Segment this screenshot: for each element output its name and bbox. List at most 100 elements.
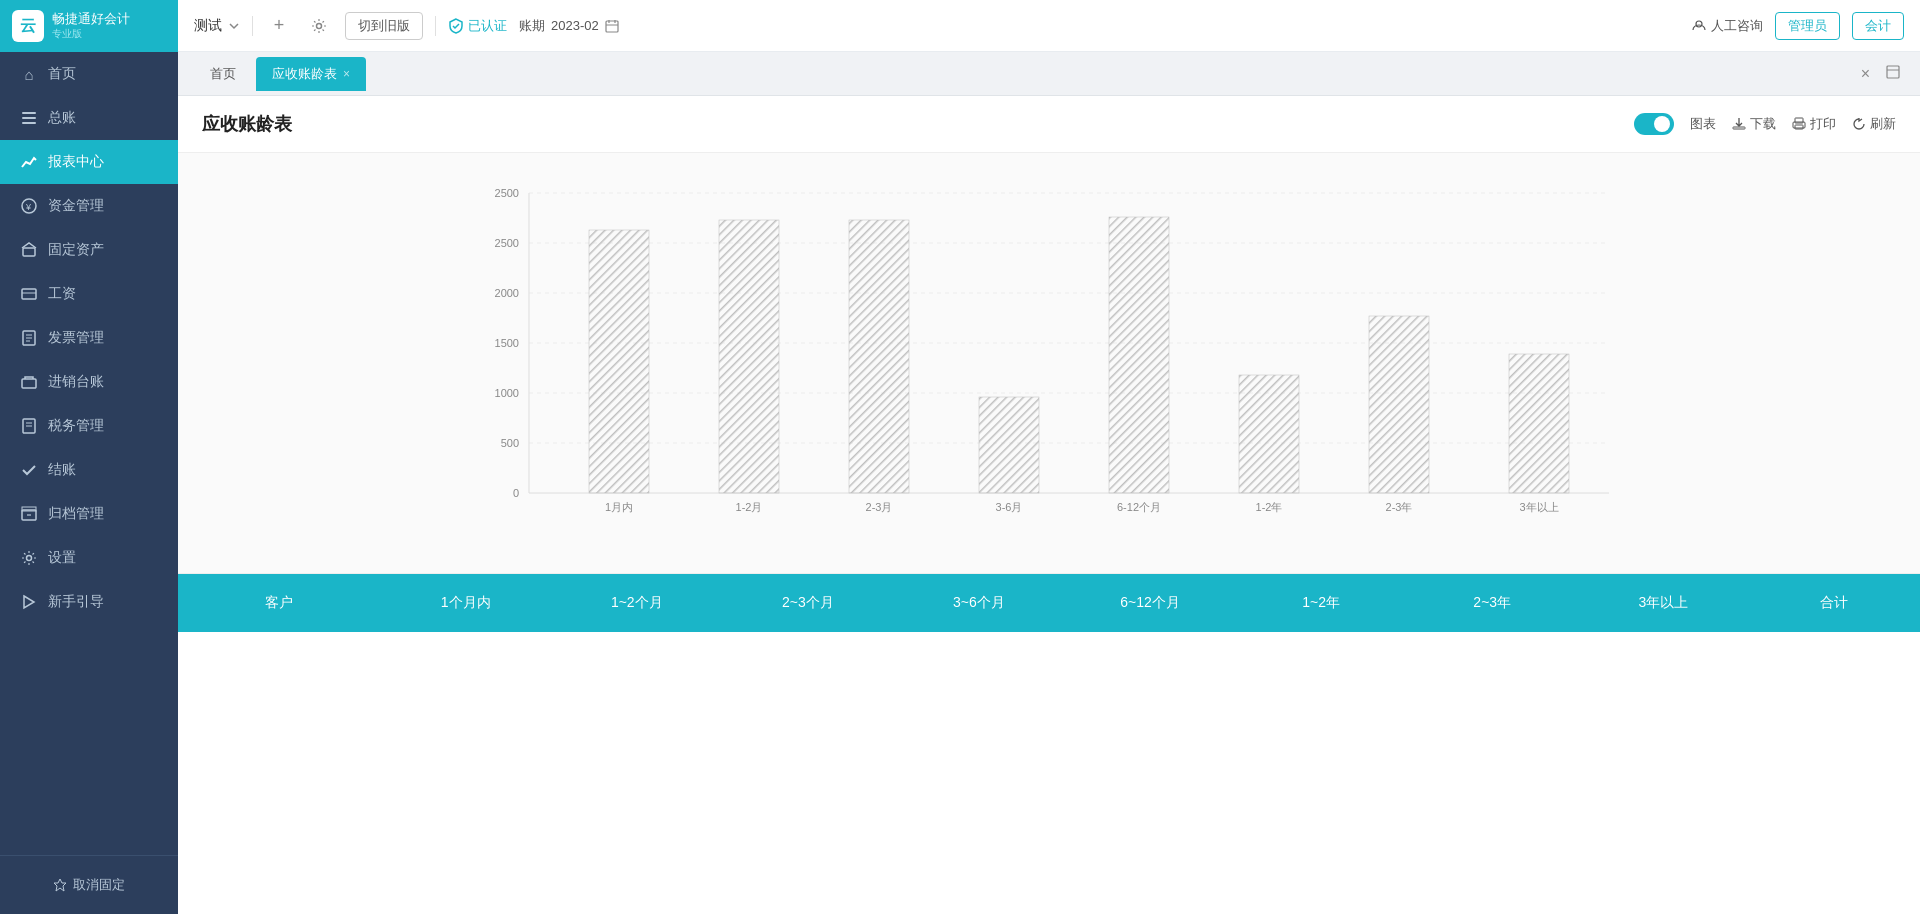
settings-icon <box>20 549 38 567</box>
download-button[interactable]: 下载 <box>1732 115 1776 133</box>
tab-home-label: 首页 <box>210 65 236 83</box>
add-company-button[interactable]: + <box>265 12 293 40</box>
tab-accounts-aging[interactable]: 应收账龄表 × <box>256 57 366 91</box>
bar-2-3年 <box>1369 316 1429 493</box>
refresh-label: 刷新 <box>1870 115 1896 133</box>
cancel-fixed-label: 取消固定 <box>73 876 125 894</box>
svg-text:2500: 2500 <box>495 237 519 249</box>
sidebar-item-label: 新手引导 <box>48 593 104 611</box>
table-header-total: 合计 <box>1749 578 1920 628</box>
print-button[interactable]: 打印 <box>1792 115 1836 133</box>
sidebar-item-tax[interactable]: 税务管理 <box>0 404 178 448</box>
svg-marker-21 <box>54 879 66 891</box>
sidebar-item-label: 工资 <box>48 285 76 303</box>
bar-2-3月 <box>849 220 909 493</box>
chart-wrapper: 0 500 1000 1500 2000 2500 2500 <box>202 173 1896 553</box>
consult-label: 人工咨询 <box>1711 17 1763 35</box>
app-name: 畅捷通好会计 <box>52 11 130 28</box>
sidebar-item-label: 进销台账 <box>48 373 104 391</box>
svg-text:2500: 2500 <box>495 187 519 199</box>
sidebar-item-assets[interactable]: 固定资产 <box>0 228 178 272</box>
table-header: 客户 1个月内 1~2个月 2~3个月 3~6个月 6~12个月 1~2年 2~… <box>178 574 1920 632</box>
sidebar-item-label: 资金管理 <box>48 197 104 215</box>
tabs-right-buttons: × <box>1857 61 1904 87</box>
sidebar-item-reports[interactable]: 报表中心 <box>0 140 178 184</box>
page-container: 应收账龄表 图表 下载 <box>178 96 1920 914</box>
chevron-down-icon <box>228 20 240 32</box>
refresh-button[interactable]: 刷新 <box>1852 115 1896 133</box>
closing-icon <box>20 461 38 479</box>
expand-icon <box>1886 65 1900 79</box>
svg-marker-20 <box>24 596 34 608</box>
settings-gear-button[interactable] <box>305 12 333 40</box>
sidebar-item-guide[interactable]: 新手引导 <box>0 580 178 624</box>
window-expand-button[interactable] <box>1882 61 1904 87</box>
page-title: 应收账龄表 <box>202 112 292 136</box>
certified-badge: 已认证 <box>448 17 507 35</box>
topbar: 测试 + 切到旧版 已认证 账期 2023-02 <box>178 0 1920 52</box>
sidebar-item-inventory[interactable]: 进销台账 <box>0 360 178 404</box>
download-label: 下载 <box>1750 115 1776 133</box>
sidebar-item-ledger[interactable]: 总账 <box>0 96 178 140</box>
svg-point-19 <box>27 556 32 561</box>
chart-toggle-label: 图表 <box>1690 115 1716 133</box>
topbar-divider-2 <box>435 16 436 36</box>
svg-rect-5 <box>23 248 35 256</box>
sidebar-item-funds[interactable]: ¥ 资金管理 <box>0 184 178 228</box>
page-actions: 图表 下载 打印 <box>1634 113 1896 135</box>
home-icon: ⌂ <box>20 65 38 83</box>
role-button[interactable]: 会计 <box>1852 12 1904 40</box>
table-header-6-12mo: 6~12个月 <box>1065 578 1236 628</box>
company-selector[interactable]: 测试 <box>194 17 240 35</box>
svg-rect-30 <box>1733 127 1745 129</box>
calendar-icon <box>605 19 619 33</box>
sidebar-item-archive[interactable]: 归档管理 <box>0 492 178 536</box>
guide-icon <box>20 593 38 611</box>
app-name-block: 畅捷通好会计 专业版 <box>52 11 130 42</box>
sidebar-item-label: 报表中心 <box>48 153 104 171</box>
old-version-button[interactable]: 切到旧版 <box>345 12 423 40</box>
sidebar-item-invoice[interactable]: 发票管理 <box>0 316 178 360</box>
toggle-slider <box>1634 113 1674 135</box>
topbar-right: 人工咨询 管理员 会计 <box>1691 12 1904 40</box>
table-header-customer: 客户 <box>178 578 380 628</box>
print-label: 打印 <box>1810 115 1836 133</box>
sidebar-item-salary[interactable]: 工资 <box>0 272 178 316</box>
chart-toggle[interactable] <box>1634 113 1674 135</box>
consult-button[interactable]: 人工咨询 <box>1691 17 1763 35</box>
sidebar-item-home[interactable]: ⌂ 首页 <box>0 52 178 96</box>
tab-home[interactable]: 首页 <box>194 57 252 91</box>
sidebar-item-closing[interactable]: 结账 <box>0 448 178 492</box>
bar-3年以上 <box>1509 354 1569 493</box>
svg-text:¥: ¥ <box>25 202 32 212</box>
sidebar-item-label: 总账 <box>48 109 76 127</box>
bar-6-12个月 <box>1109 217 1169 493</box>
sidebar-footer: 取消固定 <box>0 855 178 914</box>
window-close-button[interactable]: × <box>1857 61 1874 87</box>
svg-text:2-3年: 2-3年 <box>1386 501 1413 513</box>
sidebar-item-label: 发票管理 <box>48 329 104 347</box>
sidebar-item-label: 税务管理 <box>48 417 104 435</box>
gear-icon <box>311 18 327 34</box>
invoice-icon <box>20 329 38 347</box>
inventory-icon <box>20 373 38 391</box>
user-button[interactable]: 管理员 <box>1775 12 1840 40</box>
svg-text:2-3月: 2-3月 <box>866 501 893 513</box>
chart-area: 0 500 1000 1500 2000 2500 2500 <box>178 153 1920 574</box>
svg-text:1500: 1500 <box>495 337 519 349</box>
ledger-icon <box>20 109 38 127</box>
svg-text:2000: 2000 <box>495 287 519 299</box>
sidebar-item-settings[interactable]: 设置 <box>0 536 178 580</box>
sidebar-item-label: 首页 <box>48 65 76 83</box>
assets-icon <box>20 241 38 259</box>
svg-rect-28 <box>1887 66 1899 78</box>
tab-close-icon[interactable]: × <box>343 67 350 81</box>
table-header-3-6mo: 3~6个月 <box>893 578 1064 628</box>
tabs-bar: 首页 应收账龄表 × × <box>178 52 1920 96</box>
bar-1月内 <box>589 230 649 493</box>
cancel-fixed-btn[interactable]: 取消固定 <box>0 866 178 904</box>
sidebar-item-label: 固定资产 <box>48 241 104 259</box>
headset-icon <box>1691 18 1707 34</box>
print-icon <box>1792 117 1806 131</box>
shield-icon <box>448 18 464 34</box>
